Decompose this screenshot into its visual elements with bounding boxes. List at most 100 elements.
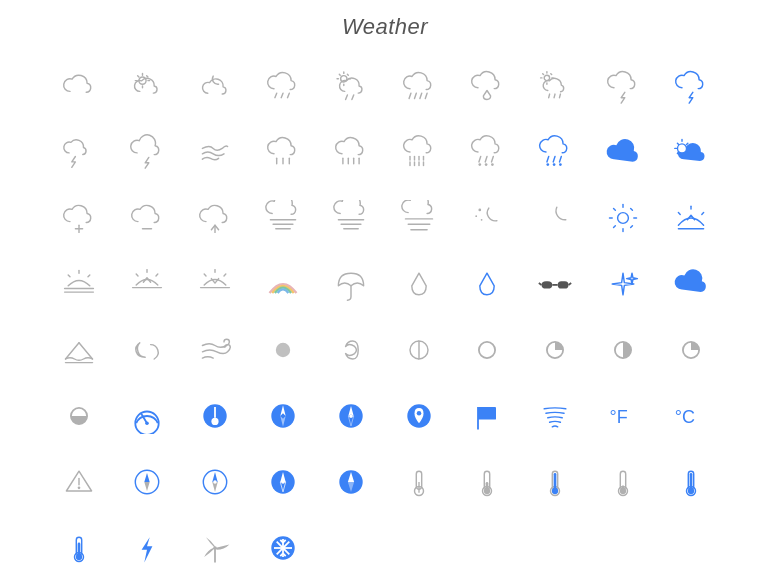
icon-dawn[interactable]	[45, 256, 113, 312]
svg-point-140	[484, 488, 490, 494]
icon-thermometer-half[interactable]	[453, 454, 521, 510]
icon-empty-5	[589, 520, 657, 576]
icon-gauge[interactable]	[113, 388, 181, 444]
icon-cloud-hail-blue[interactable]	[521, 124, 589, 180]
icon-very-dense-fog[interactable]	[385, 190, 453, 246]
icon-dark-cloud-lightning[interactable]	[113, 124, 181, 180]
svg-point-93	[276, 343, 290, 357]
svg-line-8	[415, 93, 417, 98]
icon-moon-stars[interactable]	[453, 190, 521, 246]
icon-cloud-moon[interactable]	[181, 58, 249, 114]
icon-half-moon-right[interactable]	[589, 322, 657, 378]
icon-cloud-lightning2[interactable]	[45, 124, 113, 180]
icon-thermometer-blue[interactable]	[45, 520, 113, 576]
icon-compass4[interactable]	[317, 454, 385, 510]
icon-fog[interactable]	[249, 190, 317, 246]
svg-line-74	[88, 275, 90, 277]
svg-line-89	[569, 283, 572, 285]
icon-sunset[interactable]	[181, 256, 249, 312]
icon-rainbow[interactable]	[249, 256, 317, 312]
svg-point-111	[349, 414, 353, 418]
icon-snowflake-circle[interactable]	[249, 520, 317, 576]
svg-line-36	[547, 157, 549, 162]
icon-cloud-lightning-blue[interactable]	[657, 58, 725, 114]
icon-cloud[interactable]	[45, 58, 113, 114]
icon-sunglasses[interactable]	[521, 256, 589, 312]
icon-celsius[interactable]: °C	[657, 388, 725, 444]
icon-ring-circle[interactable]	[453, 322, 521, 378]
svg-line-38	[560, 157, 562, 162]
svg-line-14	[560, 94, 561, 98]
icon-compass-circle[interactable]	[317, 388, 385, 444]
icon-sunrise[interactable]	[657, 190, 725, 246]
icon-crescent-left[interactable]	[317, 322, 385, 378]
icon-cloud-heavy-rain[interactable]	[385, 58, 453, 114]
svg-point-35	[491, 163, 494, 166]
icon-compass2[interactable]	[181, 454, 249, 510]
icon-wind-lines[interactable]	[181, 322, 249, 378]
svg-text:°F: °F	[610, 407, 628, 427]
svg-line-88	[539, 283, 542, 285]
icon-thermometer-full-blue[interactable]	[521, 454, 589, 510]
icon-circle-gray[interactable]	[249, 322, 317, 378]
icon-sunrise2[interactable]	[113, 256, 181, 312]
icon-wind-turbine[interactable]	[181, 520, 249, 576]
icon-thermometer-circle[interactable]	[181, 388, 249, 444]
icon-moon[interactable]	[521, 190, 589, 246]
icon-cloud-rain[interactable]	[453, 58, 521, 114]
icon-cloud-wind-blue[interactable]	[657, 256, 725, 312]
icon-cloud-6drops[interactable]	[385, 124, 453, 180]
svg-point-144	[552, 488, 558, 494]
icon-sparkle[interactable]	[589, 256, 657, 312]
icon-sun-bright[interactable]	[589, 190, 657, 246]
icon-cloud-upload[interactable]	[181, 190, 249, 246]
icon-night[interactable]	[113, 322, 181, 378]
icon-nav-circle[interactable]	[249, 388, 317, 444]
icon-cloud-add[interactable]	[45, 190, 113, 246]
icon-dense-fog[interactable]	[317, 190, 385, 246]
svg-line-5	[346, 95, 348, 100]
svg-point-39	[546, 163, 549, 166]
icon-cloud-filled-blue[interactable]	[589, 124, 657, 180]
svg-line-78	[136, 274, 138, 276]
icon-warning[interactable]	[45, 454, 113, 510]
icon-water-drop-outline[interactable]	[385, 256, 453, 312]
icon-water-drop-filled[interactable]	[453, 256, 521, 312]
icon-cloud-remove[interactable]	[113, 190, 181, 246]
svg-marker-121	[144, 473, 149, 482]
icon-cloud-sun-blue[interactable]	[657, 124, 725, 180]
icon-sun-cloud-rain[interactable]	[317, 58, 385, 114]
icon-fahrenheit[interactable]: °F	[589, 388, 657, 444]
icon-location-circle[interactable]	[385, 388, 453, 444]
icon-cloud-drizzle[interactable]	[249, 58, 317, 114]
icon-tornado[interactable]	[521, 388, 589, 444]
icon-circle-partial[interactable]	[45, 388, 113, 444]
svg-rect-114	[478, 407, 496, 420]
icon-cloud-4drops[interactable]	[317, 124, 385, 180]
icon-flag[interactable]	[453, 388, 521, 444]
icon-cloud-sleet[interactable]	[453, 124, 521, 180]
icon-compass[interactable]	[113, 454, 181, 510]
svg-line-12	[549, 94, 550, 98]
icon-half-circle[interactable]	[385, 322, 453, 378]
icon-cloud-sun[interactable]	[113, 58, 181, 114]
svg-line-9	[420, 93, 422, 98]
icon-wind[interactable]	[181, 124, 249, 180]
icon-cloud-lightning-gray[interactable]	[589, 58, 657, 114]
svg-marker-122	[144, 482, 149, 491]
icon-cloud-3drops[interactable]	[249, 124, 317, 180]
icon-lightning[interactable]	[113, 520, 181, 576]
icon-full-circle[interactable]	[521, 322, 589, 378]
svg-line-32	[492, 157, 494, 162]
icon-thermometer-cold[interactable]	[589, 454, 657, 510]
svg-point-104	[211, 418, 218, 425]
icon-umbrella[interactable]	[317, 256, 385, 312]
icon-beach[interactable]	[45, 322, 113, 378]
icon-thermometer-outline[interactable]	[385, 454, 453, 510]
icon-sun-cloud-drizzle[interactable]	[521, 58, 589, 114]
svg-line-65	[631, 209, 633, 211]
icon-thermometer-hot[interactable]	[657, 454, 725, 510]
icon-quarter-circle[interactable]	[657, 322, 725, 378]
icon-compass3[interactable]	[249, 454, 317, 510]
icon-empty-3	[453, 520, 521, 576]
